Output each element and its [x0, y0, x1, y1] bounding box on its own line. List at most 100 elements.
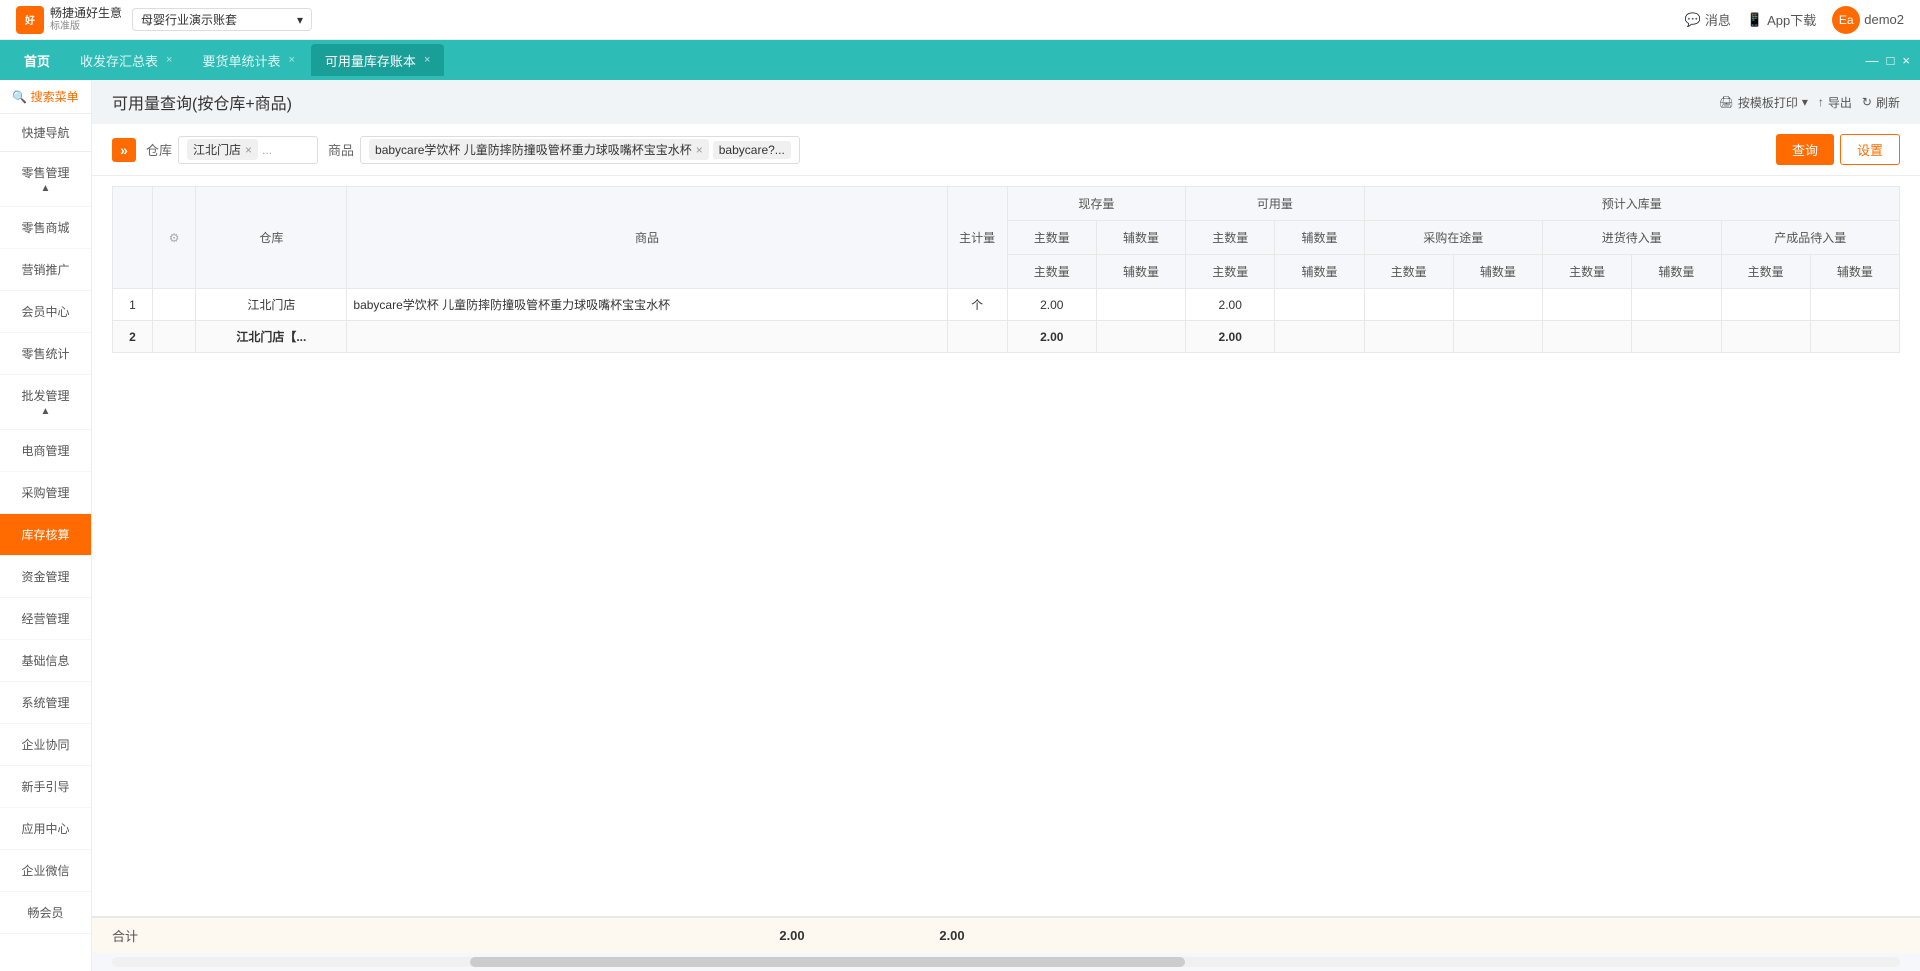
remove-warehouse-tag[interactable]: × [245, 143, 252, 157]
refresh-btn[interactable]: ↻ 刷新 [1862, 94, 1900, 111]
sidebar-item-purchase-mgmt[interactable]: 采购管理 [0, 472, 91, 514]
sidebar-quick-nav[interactable]: 快捷导航 [0, 114, 91, 152]
th-pur-main: 主数量 [1364, 255, 1453, 289]
chevron-icon: ▲ [41, 183, 51, 194]
horizontal-scrollbar[interactable] [112, 957, 1900, 967]
product-filter-input[interactable]: babycare学饮杯 儿童防摔防撞吸管杯重力球吸嘴杯宝宝水杯 × babyca… [360, 136, 800, 164]
minimize-icon[interactable]: — [1866, 53, 1879, 68]
th-goo-aux: 辅数量 [1632, 255, 1721, 289]
app-download-button[interactable]: 📱 App下载 [1747, 10, 1816, 29]
user-profile[interactable]: Ea demo2 [1832, 6, 1904, 34]
cell-unit: 个 [947, 289, 1007, 321]
maximize-icon[interactable]: □ [1887, 53, 1895, 68]
cell-goods-aux [1632, 321, 1721, 353]
page-header: 可用量查询(按仓库+商品) 🖨 按模板打印 ▾ ↑ 导出 ↻ 刷新 [92, 80, 1920, 124]
product-tag-2: babycare?... [713, 141, 791, 159]
close-tab-available-stock[interactable]: × [424, 54, 430, 66]
warehouse-filter-label: 仓库 [146, 140, 172, 159]
sidebar-search[interactable]: 🔍 搜索菜单 [0, 80, 91, 114]
cell-pur-transit-aux [1453, 289, 1542, 321]
cell-index: 1 [113, 289, 153, 321]
warehouse-more-btn[interactable]: ... [262, 143, 272, 157]
cell-pur-transit-main [1364, 289, 1453, 321]
sidebar-item-sys-mgmt[interactable]: 系统管理 [0, 682, 91, 724]
message-button[interactable]: 💬 消息 [1685, 10, 1731, 29]
sidebar-item-wholesale-mgmt[interactable]: 批发管理 ▲ [0, 375, 91, 430]
tab-receipts[interactable]: 收发存汇总表 × [66, 44, 186, 76]
close-window-icon[interactable]: × [1902, 53, 1910, 68]
avatar: Ea [1832, 6, 1860, 34]
table-row: 2 江北门店【... 2.00 2.00 [113, 321, 1900, 353]
filter-actions: 查询 设置 [1776, 134, 1900, 165]
settings-button[interactable]: 设置 [1840, 134, 1900, 165]
sidebar-item-finance[interactable]: 资金管理 [0, 556, 91, 598]
remove-product-tag-1[interactable]: × [696, 143, 703, 157]
sidebar-item-enterprise-collab[interactable]: 企业协同 [0, 724, 91, 766]
cell-goods-main [1543, 321, 1632, 353]
sidebar-item-basic-info[interactable]: 基础信息 [0, 640, 91, 682]
cell-available-main: 2.00 [1186, 289, 1275, 321]
footer-current-main: 2.00 [752, 928, 832, 943]
sidebar-item-retail-stats[interactable]: 零售统计 [0, 333, 91, 375]
sidebar-item-inventory-check[interactable]: 库存核算 [0, 514, 91, 556]
sidebar-item-ecommerce[interactable]: 电商管理 [0, 430, 91, 472]
scrollbar-thumb[interactable] [470, 957, 1185, 967]
th-cur-main-qty: 主数量 [1007, 255, 1096, 289]
tab-bar-actions: — □ × [1866, 53, 1910, 68]
footer-values: 2.00 2.00 [232, 928, 992, 943]
th-current-aux: 辅数量 [1096, 221, 1185, 255]
cell-available-aux [1275, 289, 1364, 321]
sidebar-item-enterprise-wechat[interactable]: 企业微信 [0, 850, 91, 892]
cell-current-aux [1096, 321, 1185, 353]
query-button[interactable]: 查询 [1776, 134, 1834, 165]
sidebar-item-member[interactable]: 畅会员 [0, 892, 91, 934]
close-tab-order-stats[interactable]: × [288, 54, 294, 66]
tab-home[interactable]: 首页 [10, 44, 64, 76]
cell-product-main [1721, 289, 1810, 321]
top-bar-left: 好 畅捷通好生意 标准版 母婴行业演示账套 ▾ [16, 6, 312, 34]
logo-text: 畅捷通好生意 标准版 [50, 6, 122, 32]
table-row: 1 江北门店 babycare学饮杯 儿童防摔防撞吸管杯重力球吸嘴杯宝宝水杯 个… [113, 289, 1900, 321]
export-icon: ↑ [1818, 95, 1824, 109]
print-template-btn[interactable]: 🖨 按模板打印 ▾ [1719, 94, 1808, 111]
sidebar-item-retail-mgmt[interactable]: 零售管理 ▲ [0, 152, 91, 207]
th-purchase-transit: 采购在途量 [1364, 221, 1542, 255]
main-layout: 🔍 搜索菜单 快捷导航 零售管理 ▲ 零售商城 营销推广 会员中心 零售统计 批… [0, 80, 1920, 971]
th-goo-main: 主数量 [1543, 255, 1632, 289]
warehouse-tag: 江北门店 × [187, 139, 258, 160]
tab-bar: 首页 收发存汇总表 × 要货单统计表 × 可用量库存账本 × — □ × [0, 40, 1920, 80]
sidebar: 🔍 搜索菜单 快捷导航 零售管理 ▲ 零售商城 营销推广 会员中心 零售统计 批… [0, 80, 92, 971]
footer-spacer-1 [232, 928, 752, 943]
th-available-main: 主数量 [1186, 221, 1275, 255]
sidebar-item-ops-mgmt[interactable]: 经营管理 [0, 598, 91, 640]
filter-bar: » 仓库 江北门店 × ... 商品 babycare学饮杯 儿童防摔防撞吸管杯… [92, 124, 1920, 176]
company-selector[interactable]: 母婴行业演示账套 ▾ [132, 8, 312, 31]
filter-toggle-btn[interactable]: » [112, 138, 136, 162]
sidebar-item-app-center[interactable]: 应用中心 [0, 808, 91, 850]
sidebar-item-marketing[interactable]: 营销推广 [0, 249, 91, 291]
th-pro-aux: 辅数量 [1810, 255, 1899, 289]
cell-current-aux [1096, 289, 1185, 321]
th-current-stock: 现存量 [1007, 187, 1185, 221]
sidebar-item-retail-mall[interactable]: 零售商城 [0, 207, 91, 249]
cell-product: babycare学饮杯 儿童防摔防撞吸管杯重力球吸嘴杯宝宝水杯 [347, 289, 947, 321]
th-product: 商品 [347, 187, 947, 289]
th-cur-aux-qty: 辅数量 [1096, 255, 1185, 289]
tab-order-stats[interactable]: 要货单统计表 × [188, 44, 308, 76]
sidebar-item-new-guide[interactable]: 新手引导 [0, 766, 91, 808]
warehouse-filter-input[interactable]: 江北门店 × ... [178, 136, 318, 164]
top-bar-right: 💬 消息 📱 App下载 Ea demo2 [1685, 6, 1904, 34]
close-tab-receipts[interactable]: × [166, 54, 172, 66]
tab-available-stock[interactable]: 可用量库存账本 × [311, 44, 444, 76]
th-gear[interactable]: ⚙ [153, 187, 196, 289]
th-available: 可用量 [1186, 187, 1364, 221]
print-icon: 🖨 [1719, 95, 1734, 109]
page-title: 可用量查询(按仓库+商品) [112, 90, 292, 114]
product-filter-label: 商品 [328, 140, 354, 159]
export-btn[interactable]: ↑ 导出 [1818, 94, 1852, 111]
download-icon: 📱 [1747, 12, 1763, 28]
chevron-down-icon: ▾ [297, 13, 303, 27]
data-table: ⚙ 仓库 商品 主计量 现存量 可用量 预计入库量 主数量 辅数量 主数量 辅数… [112, 186, 1900, 353]
sidebar-item-member-center[interactable]: 会员中心 [0, 291, 91, 333]
th-product-pending: 产成品待入量 [1721, 221, 1900, 255]
